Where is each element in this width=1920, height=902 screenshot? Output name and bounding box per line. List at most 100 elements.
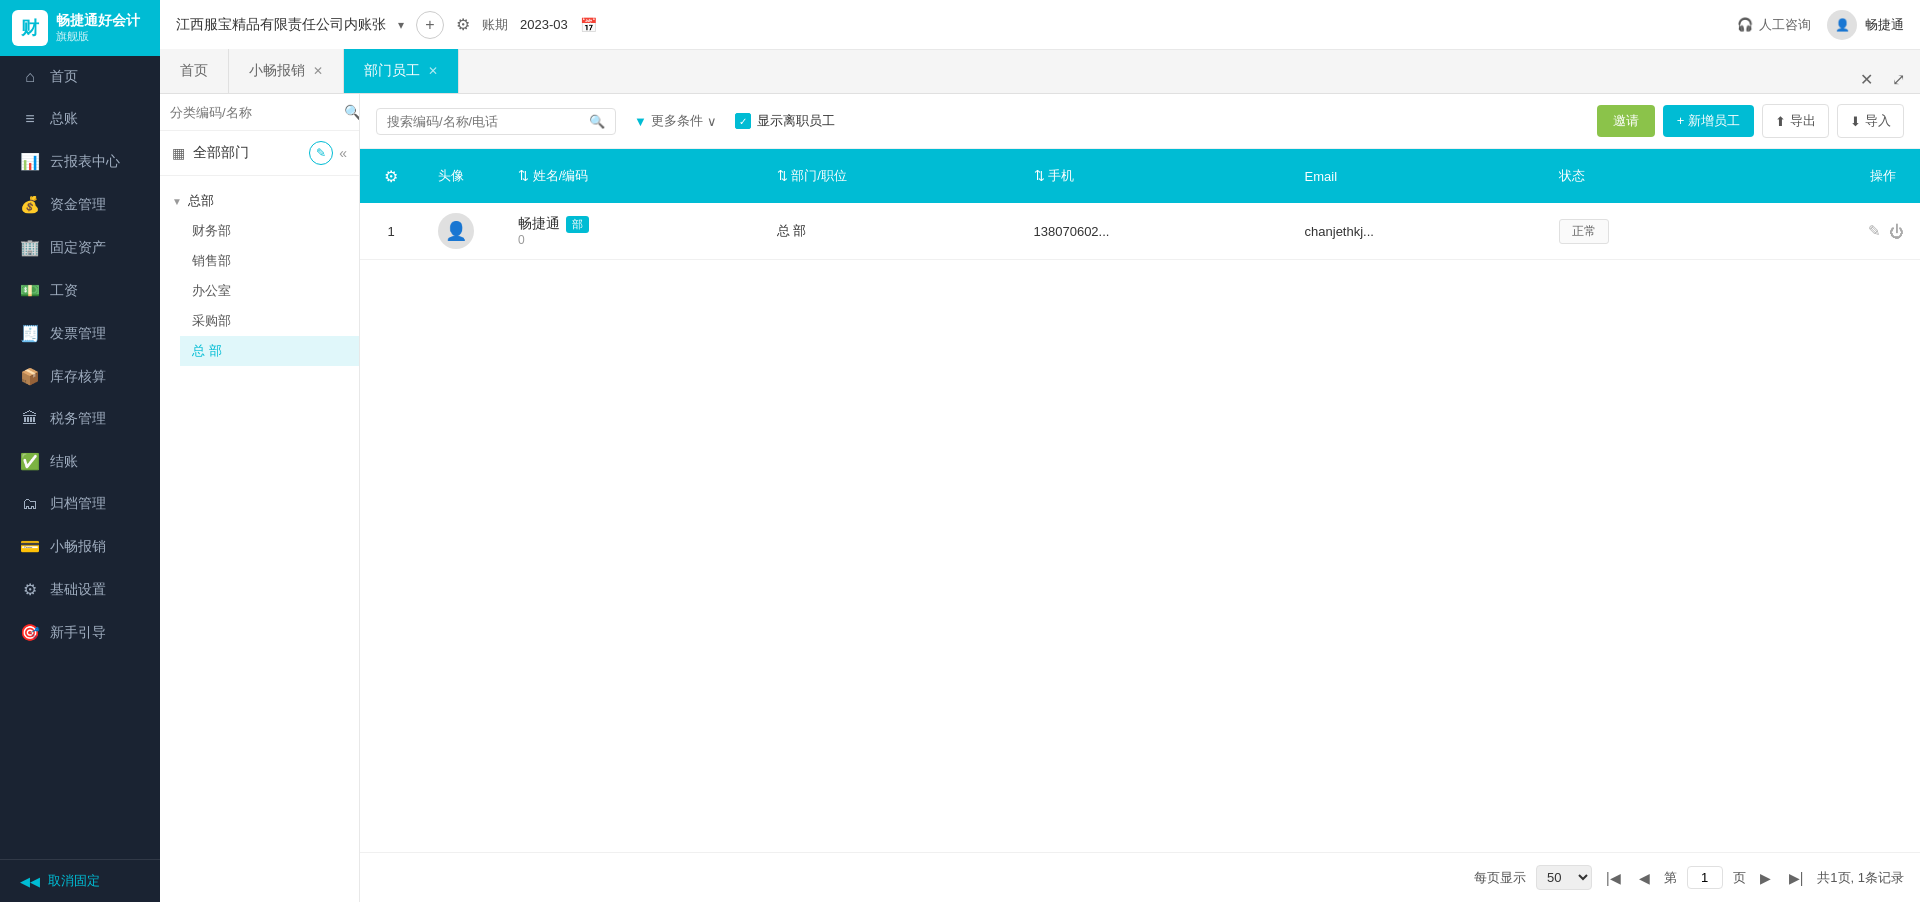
dept-item-sales[interactable]: 销售部: [180, 246, 359, 276]
page-body: 🔍 ▦ 全部部门 ✎ « ▼ 总部 财务部 销售部: [160, 94, 1920, 902]
dept-item-general[interactable]: 总 部: [180, 336, 359, 366]
page-num-input[interactable]: [1687, 866, 1723, 889]
add-company-btn[interactable]: +: [416, 11, 444, 39]
row-index: 1: [360, 203, 422, 260]
tab-home[interactable]: 首页: [160, 49, 229, 93]
dept-collapse-btn[interactable]: «: [339, 141, 347, 165]
sidebar-item-label: 小畅报销: [50, 538, 106, 556]
logout-icon[interactable]: ⏻: [1889, 223, 1904, 240]
dept-item-office[interactable]: 办公室: [180, 276, 359, 306]
emp-search-input[interactable]: [387, 114, 583, 129]
sidebar-item-close[interactable]: ✅ 结账: [0, 440, 160, 483]
next-page-btn[interactable]: ▶: [1756, 868, 1775, 888]
new-emp-btn[interactable]: + 新增员工: [1663, 105, 1754, 137]
tab-expense-close-icon[interactable]: ✕: [313, 64, 323, 78]
logo-text-wrap: 畅捷通好会计 旗舰版: [56, 12, 140, 44]
sidebar-item-funds[interactable]: 💰 资金管理: [0, 183, 160, 226]
sidebar-item-expense[interactable]: 💳 小畅报销: [0, 525, 160, 568]
first-page-btn[interactable]: |◀: [1602, 868, 1625, 888]
tab-dept-emp-close-icon[interactable]: ✕: [428, 64, 438, 78]
dept-search-input[interactable]: [170, 105, 338, 120]
import-btn[interactable]: ⬇ 导入: [1837, 104, 1904, 138]
sidebar-item-guide[interactable]: 🎯 新手引导: [0, 611, 160, 654]
cancel-fixed-label: 取消固定: [48, 872, 100, 890]
dept-search-icon[interactable]: 🔍: [344, 104, 360, 120]
sidebar-item-archive[interactable]: 🗂 归档管理: [0, 483, 160, 525]
emp-toolbar: 🔍 ▼ 更多条件 ∨ ✓ 显示离职员工 邀请 + 新增员工 ⬆ 导出: [360, 94, 1920, 149]
dept-expand-icon: ▼: [172, 196, 182, 207]
per-page-select[interactable]: 50 100 200: [1536, 865, 1592, 890]
sidebar-item-tax[interactable]: 🏛 税务管理: [0, 398, 160, 440]
name-code-wrap: 畅捷通 部: [518, 215, 745, 233]
dept-group-name: 总部: [188, 192, 214, 210]
reports-icon: 📊: [20, 152, 40, 171]
emp-name: 畅捷通: [518, 215, 560, 233]
tab-expand-btn[interactable]: ⤢: [1884, 65, 1912, 93]
export-btn[interactable]: ⬆ 导出: [1762, 104, 1829, 138]
dept-all-header[interactable]: ▦ 全部部门 ✎ «: [160, 131, 359, 176]
settings-col-icon[interactable]: ⚙: [376, 161, 406, 191]
phone-value: 138070602...: [1034, 224, 1110, 239]
dept-group-header-hq[interactable]: ▼ 总部: [160, 186, 359, 216]
dept-panel: 🔍 ▦ 全部部门 ✎ « ▼ 总部 财务部 销售部: [160, 94, 360, 902]
support-btn[interactable]: 🎧 人工咨询: [1737, 16, 1811, 34]
invite-btn[interactable]: 邀请: [1597, 105, 1655, 137]
sidebar-item-reports[interactable]: 📊 云报表中心: [0, 140, 160, 183]
col-dept-pos[interactable]: ⇅ 部门/职位: [761, 149, 1018, 203]
inventory-icon: 📦: [20, 367, 40, 386]
sidebar-item-inventory[interactable]: 📦 库存核算: [0, 355, 160, 398]
archive-icon: 🗂: [20, 495, 40, 513]
col-status-label: 状态: [1559, 168, 1585, 183]
sidebar-item-salary[interactable]: 💵 工资: [0, 269, 160, 312]
prev-page-btn[interactable]: ◀: [1635, 868, 1654, 888]
tab-expense[interactable]: 小畅报销 ✕: [229, 49, 344, 93]
company-name: 江西服宝精品有限责任公司内账张: [176, 16, 386, 34]
col-settings[interactable]: ⚙: [360, 149, 422, 203]
cancel-fixed-btn[interactable]: ◀◀ 取消固定: [0, 859, 160, 902]
sidebar-item-assets[interactable]: 🏢 固定资产: [0, 226, 160, 269]
show-resigned-checkbox[interactable]: ✓: [735, 113, 751, 129]
tab-expense-label: 小畅报销: [249, 62, 305, 80]
sidebar-item-home[interactable]: ⌂ 首页: [0, 56, 160, 98]
edit-icon[interactable]: ✎: [1868, 222, 1881, 240]
topbar-settings-btn[interactable]: ⚙: [456, 15, 470, 34]
dept-search-box: 🔍: [160, 94, 359, 131]
sidebar-item-ledger[interactable]: ≡ 总账: [0, 98, 160, 140]
sort-icon-phone: ⇅: [1034, 168, 1045, 183]
sidebar-item-settings[interactable]: ⚙ 基础设置: [0, 568, 160, 611]
dept-edit-btn[interactable]: ✎: [309, 141, 333, 165]
tabs-bar: 首页 小畅报销 ✕ 部门员工 ✕ ✕ ⤢: [160, 50, 1920, 94]
filter-label: 更多条件: [651, 112, 703, 130]
export-icon: ⬆: [1775, 114, 1786, 129]
col-avatar-label: 头像: [438, 168, 464, 183]
tab-close-all-btn[interactable]: ✕: [1852, 65, 1880, 93]
emp-search-icon[interactable]: 🔍: [589, 114, 605, 129]
tab-dept-emp[interactable]: 部门员工 ✕: [344, 49, 459, 93]
col-name-code[interactable]: ⇅ 姓名/编码: [502, 149, 761, 203]
company-dropdown-btn[interactable]: ▾: [398, 18, 404, 32]
col-phone[interactable]: ⇅ 手机: [1018, 149, 1289, 203]
dept-item-purchase[interactable]: 采购部: [180, 306, 359, 336]
more-filter-btn[interactable]: ▼ 更多条件 ∨: [626, 107, 725, 135]
import-label: 导入: [1865, 112, 1891, 130]
tab-home-label: 首页: [180, 62, 208, 80]
logo-sub: 旗舰版: [56, 29, 140, 44]
row-avatar: 👤: [422, 203, 502, 260]
user-name: 畅捷通: [1865, 16, 1904, 34]
total-text: 共1页, 1条记录: [1817, 869, 1904, 887]
toolbar-right: 邀请 + 新增员工 ⬆ 导出 ⬇ 导入: [1597, 104, 1904, 138]
emp-table-wrap: ⚙ 头像 ⇅ 姓名/编码 ⇅ 部门/职位: [360, 149, 1920, 852]
col-avatar: 头像: [422, 149, 502, 203]
calendar-icon[interactable]: 📅: [580, 17, 597, 33]
dept-item-finance[interactable]: 财务部: [180, 216, 359, 246]
all-dept-label: 全部部门: [193, 144, 249, 162]
sidebar-item-invoice[interactable]: 🧾 发票管理: [0, 312, 160, 355]
user-area[interactable]: 👤 畅捷通: [1827, 10, 1904, 40]
filter-icon: ▼: [634, 114, 647, 129]
sidebar-item-label: 结账: [50, 453, 78, 471]
sidebar-item-label: 固定资产: [50, 239, 106, 257]
period-value: 2023-03: [520, 17, 568, 32]
show-resigned-toggle[interactable]: ✓ 显示离职员工: [735, 112, 835, 130]
dept-tree: ▼ 总部 财务部 销售部 办公室 采购部 总 部: [160, 176, 359, 902]
last-page-btn[interactable]: ▶|: [1785, 868, 1808, 888]
